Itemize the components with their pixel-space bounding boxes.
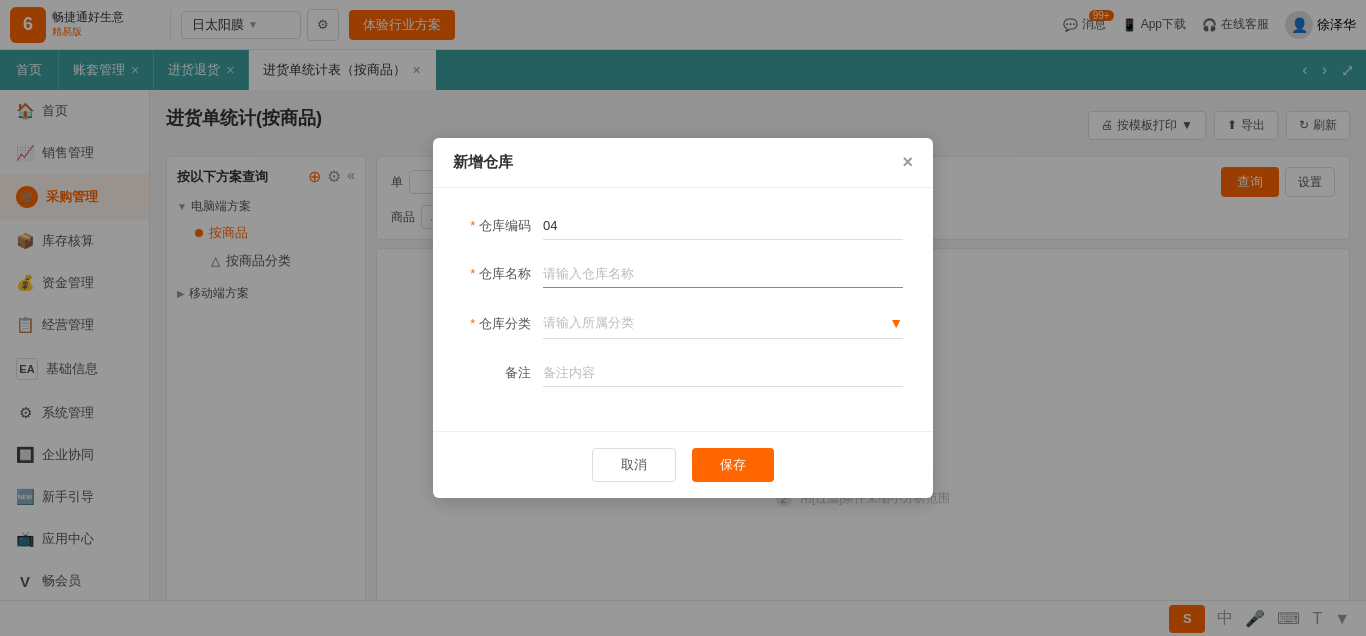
modal-title: 新增仓库 [453, 153, 513, 172]
category-label: 仓库分类 [463, 315, 543, 333]
form-row-name: 仓库名称 [463, 260, 903, 288]
modal-close-btn[interactable]: × [902, 152, 913, 173]
add-warehouse-modal: 新增仓库 × 仓库编码 仓库名称 仓库分类 请输入所属分类 ▼ [433, 138, 933, 498]
code-input[interactable] [543, 212, 903, 240]
modal-header: 新增仓库 × [433, 138, 933, 188]
notes-input[interactable] [543, 359, 903, 387]
category-select[interactable]: 请输入所属分类 ▼ [543, 308, 903, 339]
save-button[interactable]: 保存 [692, 448, 774, 482]
category-placeholder: 请输入所属分类 [543, 314, 634, 332]
cancel-button[interactable]: 取消 [592, 448, 676, 482]
form-row-code: 仓库编码 [463, 212, 903, 240]
form-row-notes: 备注 [463, 359, 903, 387]
notes-label: 备注 [463, 364, 543, 382]
modal-footer: 取消 保存 [433, 431, 933, 498]
code-label: 仓库编码 [463, 217, 543, 235]
modal-body: 仓库编码 仓库名称 仓库分类 请输入所属分类 ▼ 备注 [433, 188, 933, 431]
category-dropdown-icon: ▼ [889, 315, 903, 331]
name-label: 仓库名称 [463, 265, 543, 283]
name-input[interactable] [543, 260, 903, 288]
modal-overlay: 新增仓库 × 仓库编码 仓库名称 仓库分类 请输入所属分类 ▼ [0, 0, 1366, 636]
form-row-category: 仓库分类 请输入所属分类 ▼ [463, 308, 903, 339]
